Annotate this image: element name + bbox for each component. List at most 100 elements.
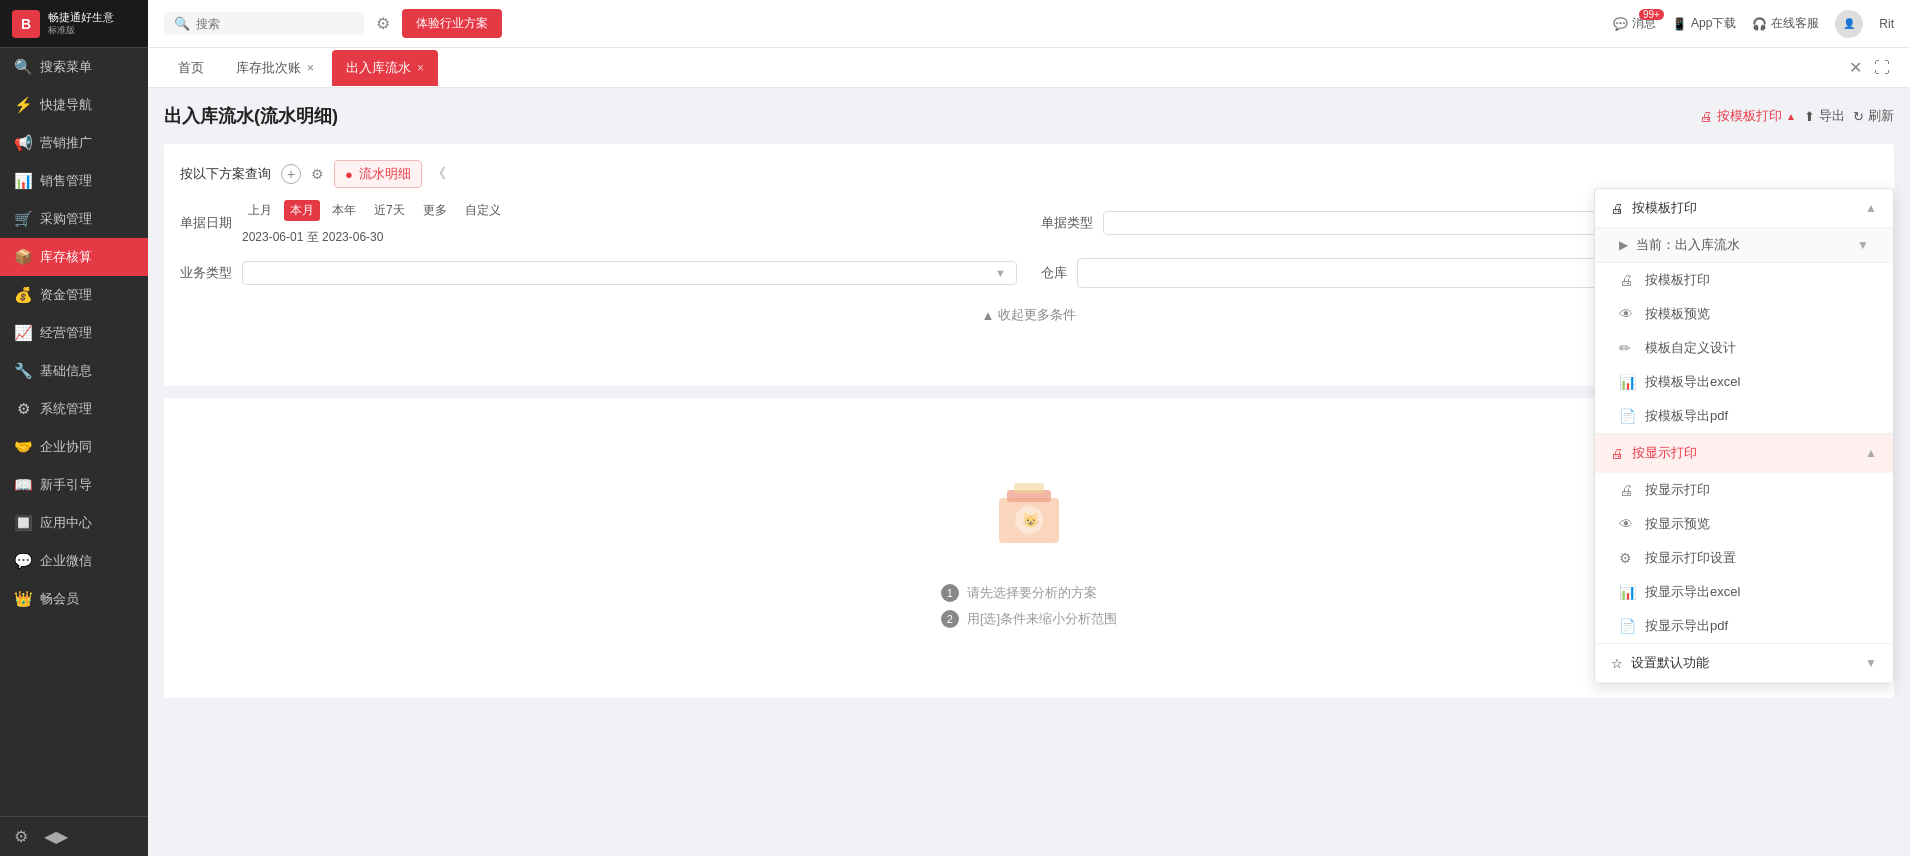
sidebar-item-operation[interactable]: 📈 经营管理 xyxy=(0,314,148,352)
filter-collapse-icon[interactable]: 《 xyxy=(432,165,446,183)
dropdown-display-print-header[interactable]: 🖨 按显示打印 ▲ xyxy=(1595,434,1893,473)
filter-tag-label: 流水明细 xyxy=(359,165,411,183)
export-icon: ⬆ xyxy=(1804,109,1815,124)
tab-batch-account-close[interactable]: × xyxy=(307,61,314,75)
sidebar-item-enterprise[interactable]: 🤝 企业协同 xyxy=(0,428,148,466)
sidebar-item-wechat[interactable]: 💬 企业微信 xyxy=(0,542,148,580)
empty-illustration: 😺 xyxy=(979,468,1079,568)
tabbar: 首页 库存批次账 × 出入库流水 × ✕ ⛶ xyxy=(148,48,1910,88)
sidebar-item-purchase[interactable]: 🛒 采购管理 xyxy=(0,200,148,238)
date-shortcut-last-month[interactable]: 上月 xyxy=(242,200,278,221)
empty-hint-1: 1 请先选择要分析的方案 xyxy=(941,584,1117,602)
printer-icon: 🖨 xyxy=(1611,201,1624,216)
sidebar-item-member[interactable]: 👑 畅会员 xyxy=(0,580,148,618)
template-preview-label: 按模板预览 xyxy=(1645,305,1710,323)
filter-gear-icon[interactable]: ⚙ xyxy=(311,166,324,182)
sidebar-item-search[interactable]: 🔍 搜索菜单 xyxy=(0,48,148,86)
dropdown-template-export-excel[interactable]: 📊 按模板导出excel xyxy=(1595,365,1893,399)
tab-expand-icon[interactable]: ⛶ xyxy=(1870,55,1894,81)
dropdown-display-export-pdf[interactable]: 📄 按显示导出pdf xyxy=(1595,609,1893,643)
sidebar-item-label: 库存核算 xyxy=(40,248,92,266)
print-action-icon: 🖨 xyxy=(1619,272,1635,288)
display-preview-icon: 👁 xyxy=(1619,516,1635,532)
avatar[interactable]: 👤 xyxy=(1835,10,1863,38)
dropdown-set-default-header[interactable]: ☆ 设置默认功能 ▼ xyxy=(1595,644,1893,683)
sidebar-nav: 🔍 搜索菜单 ⚡ 快捷导航 📢 营销推广 📊 销售管理 🛒 采购管理 📦 库存核… xyxy=(0,48,148,816)
empty-hint-2: 2 用[选]条件来缩小分析范围 xyxy=(941,610,1117,628)
message-button[interactable]: 💬 消息 99+ xyxy=(1613,15,1656,32)
dropdown-current-item[interactable]: ▶ 当前：出入库流水 ▼ xyxy=(1595,228,1893,262)
online-service-button[interactable]: 🎧 在线客服 xyxy=(1752,15,1819,32)
date-shortcut-7days[interactable]: 近7天 xyxy=(368,200,411,221)
doc-type-label: 单据类型 xyxy=(1041,214,1093,232)
app-name: 畅捷通好生意 xyxy=(48,10,114,24)
sidebar-toggle-icon[interactable]: ◀▶ xyxy=(44,827,68,846)
dropdown-display-export-excel[interactable]: 📊 按显示导出excel xyxy=(1595,575,1893,609)
dropdown-display-print-action[interactable]: 🖨 按显示打印 xyxy=(1595,473,1893,507)
sidebar-item-marketing[interactable]: 📢 营销推广 xyxy=(0,124,148,162)
tab-inout-flow[interactable]: 出入库流水 × xyxy=(332,50,438,86)
display-excel-icon: 📊 xyxy=(1619,584,1635,600)
sidebar-item-system[interactable]: ⚙ 系统管理 xyxy=(0,390,148,428)
filter-add-button[interactable]: + xyxy=(281,164,301,184)
excel-icon: 📊 xyxy=(1619,374,1635,390)
filter-date-field: 单据日期 上月 本月 本年 近7天 更多 自定义 2023-06-01 至 20… xyxy=(180,200,1017,246)
date-shortcut-this-month[interactable]: 本月 xyxy=(284,200,320,221)
date-shortcut-custom[interactable]: 自定义 xyxy=(459,200,507,221)
grid-icon: 🔲 xyxy=(14,514,32,532)
app-download-button[interactable]: 📱 App下载 xyxy=(1672,15,1736,32)
dropdown-template-export-pdf[interactable]: 📄 按模板导出pdf xyxy=(1595,399,1893,433)
dropdown-template-custom[interactable]: ✏ 模板自定义设计 xyxy=(1595,331,1893,365)
current-item-arrow: ▼ xyxy=(1857,238,1869,252)
sidebar-item-label: 营销推广 xyxy=(40,134,92,152)
sidebar-item-app-center[interactable]: 🔲 应用中心 xyxy=(0,504,148,542)
sidebar-item-finance[interactable]: 💰 资金管理 xyxy=(0,276,148,314)
app-version: 标准版 xyxy=(48,24,114,37)
filter-title-row: 按以下方案查询 + ⚙ ● 流水明细 《 xyxy=(180,160,1878,188)
template-print-arrow: ▲ xyxy=(1865,201,1877,215)
dropdown-template-print-action[interactable]: 🖨 按模板打印 xyxy=(1595,263,1893,297)
sidebar-item-label: 企业协同 xyxy=(40,438,92,456)
sidebar-item-quick-nav[interactable]: ⚡ 快捷导航 xyxy=(0,86,148,124)
sidebar-item-basic[interactable]: 🔧 基础信息 xyxy=(0,352,148,390)
settings-gear-icon[interactable]: ⚙ xyxy=(376,14,390,33)
search-bar[interactable]: 🔍 xyxy=(164,12,364,35)
tab-close-all-icon[interactable]: ✕ xyxy=(1845,54,1866,81)
tab-batch-account-label: 库存批次账 xyxy=(236,59,301,77)
display-print-settings-label: 按显示打印设置 xyxy=(1645,549,1736,567)
username[interactable]: Rit xyxy=(1879,17,1894,31)
biz-type-select[interactable]: ▼ xyxy=(242,261,1017,285)
topbar: 🔍 ⚙ 体验行业方案 💬 消息 99+ 📱 App下载 🎧 在线客服 👤 Rit xyxy=(148,0,1910,48)
tab-home[interactable]: 首页 xyxy=(164,50,218,86)
sidebar-item-inventory[interactable]: 📦 库存核算 xyxy=(0,238,148,276)
display-print-action-icon: 🖨 xyxy=(1619,482,1635,498)
message-icon: 💬 xyxy=(1613,17,1628,31)
svg-rect-2 xyxy=(1014,483,1044,493)
sidebar-item-guide[interactable]: 📖 新手引导 xyxy=(0,466,148,504)
settings-icon[interactable]: ⚙ xyxy=(14,827,28,846)
dropdown-template-preview[interactable]: 👁 按模板预览 xyxy=(1595,297,1893,331)
sidebar-item-label: 采购管理 xyxy=(40,210,92,228)
book-icon: 📖 xyxy=(14,476,32,494)
money-icon: 💰 xyxy=(14,286,32,304)
tab-inout-flow-close[interactable]: × xyxy=(417,61,424,75)
date-field-label: 单据日期 xyxy=(180,214,232,232)
template-print-button[interactable]: 🖨 按模板打印 ▲ xyxy=(1700,107,1796,125)
page-actions: 🖨 按模板打印 ▲ ⬆ 导出 ↻ 刷新 xyxy=(1700,107,1894,125)
industry-solution-button[interactable]: 体验行业方案 xyxy=(402,9,502,38)
date-shortcut-this-year[interactable]: 本年 xyxy=(326,200,362,221)
dropdown-template-print-header[interactable]: 🖨 按模板打印 ▲ xyxy=(1595,189,1893,228)
date-shortcut-more[interactable]: 更多 xyxy=(417,200,453,221)
search-bar-icon: 🔍 xyxy=(174,16,190,31)
headset-icon: 🎧 xyxy=(1752,17,1767,31)
dropdown-display-print-settings[interactable]: ⚙ 按显示打印设置 xyxy=(1595,541,1893,575)
dropdown-display-preview[interactable]: 👁 按显示预览 xyxy=(1595,507,1893,541)
search-input[interactable] xyxy=(196,17,336,31)
hint-2-text: 用[选]条件来缩小分析范围 xyxy=(967,610,1117,628)
refresh-button[interactable]: ↻ 刷新 xyxy=(1853,107,1894,125)
sidebar-logo: B 畅捷通好生意 标准版 xyxy=(0,0,148,48)
sidebar-item-sales[interactable]: 📊 销售管理 xyxy=(0,162,148,200)
tab-batch-account[interactable]: 库存批次账 × xyxy=(222,50,328,86)
export-button[interactable]: ⬆ 导出 xyxy=(1804,107,1845,125)
filter-tag: ● 流水明细 xyxy=(334,160,422,188)
